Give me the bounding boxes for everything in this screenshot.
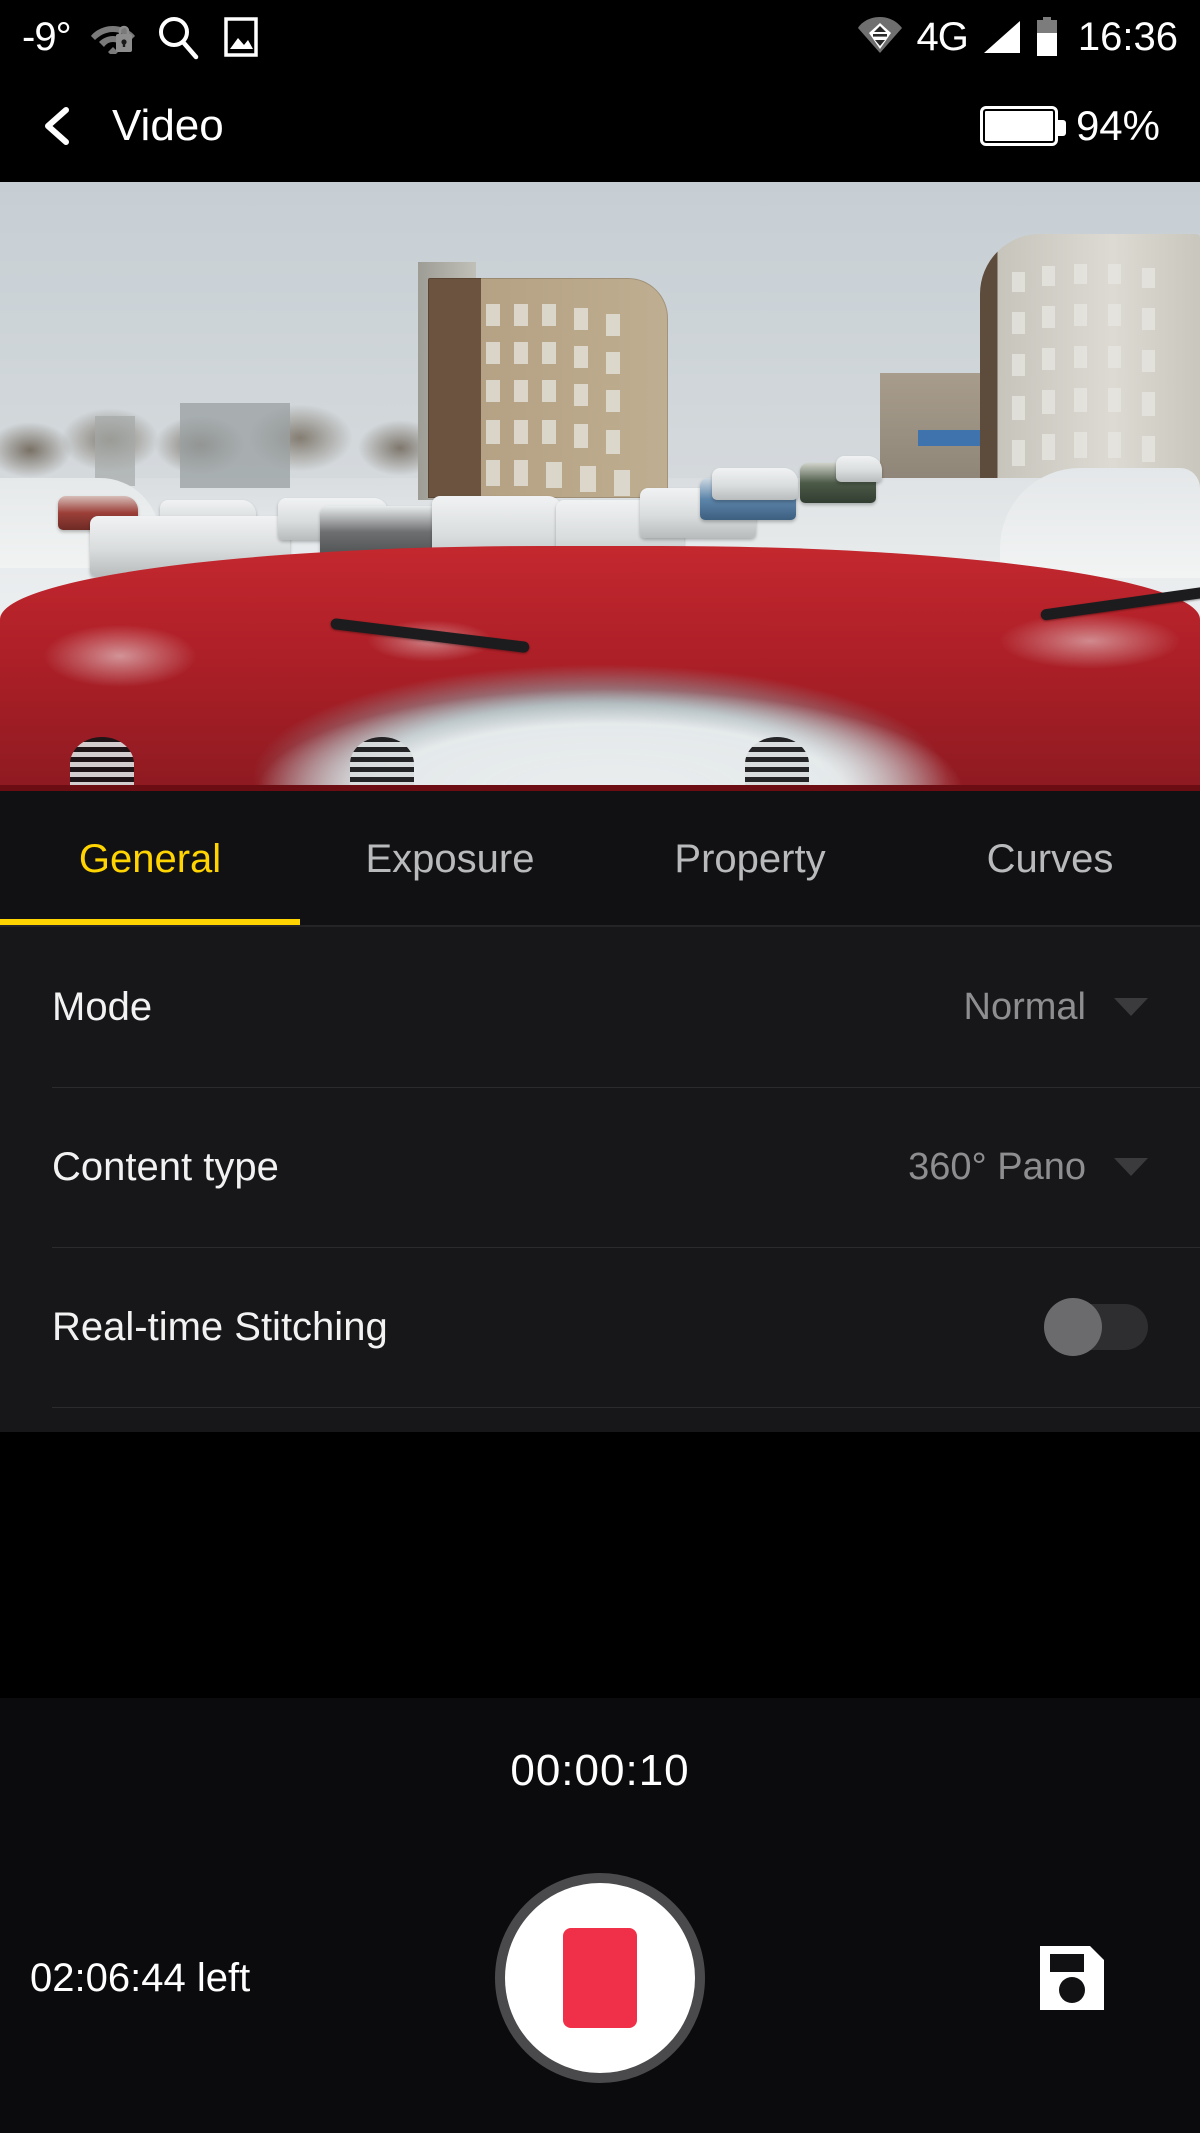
status-bar: -9° 4G 16:36 xyxy=(0,0,1200,74)
preview-grille xyxy=(745,737,809,791)
preview-building-left xyxy=(428,278,668,498)
vpn-key-icon xyxy=(857,15,903,60)
tab-exposure[interactable]: Exposure xyxy=(300,791,600,927)
preview-distant-building-2 xyxy=(180,403,290,488)
setting-control-realtime-stitching[interactable] xyxy=(1044,1298,1148,1356)
page-title: Video xyxy=(112,101,224,150)
elapsed-time-label: 00:00:10 xyxy=(510,1746,690,1795)
recording-controls-bar: 00:00:10 02:06:44 left xyxy=(0,1698,1200,2133)
tab-property-label: Property xyxy=(674,836,826,881)
preview-parked-car xyxy=(712,468,798,500)
preview-snowbank-right xyxy=(1000,468,1200,578)
setting-value-content-type: 360° Pano xyxy=(908,1145,1086,1188)
setting-row-mode[interactable]: Mode Normal xyxy=(0,927,1200,1087)
tab-property[interactable]: Property xyxy=(600,791,900,927)
time-remaining-label: 02:06:44 left xyxy=(30,1955,251,2000)
gallery-icon xyxy=(221,15,261,59)
app-bar-right: 94% xyxy=(979,102,1160,150)
preview-grille xyxy=(70,737,134,791)
360-panorama-preview[interactable] xyxy=(0,178,1200,791)
stop-recording-button[interactable] xyxy=(495,1873,705,2083)
setting-row-content-type[interactable]: Content type 360° Pano xyxy=(0,1087,1200,1247)
preview-hood-snow xyxy=(0,546,1200,791)
record-button-wrapper xyxy=(370,1873,830,2083)
save-storage-icon[interactable] xyxy=(1034,1940,1110,2016)
clock-label: 16:36 xyxy=(1077,14,1178,59)
network-type-label: 4G xyxy=(916,14,969,59)
setting-label-content-type: Content type xyxy=(52,1144,279,1189)
wifi-lock-icon xyxy=(90,20,135,57)
back-chevron-icon[interactable] xyxy=(40,106,74,146)
preview-building-right xyxy=(980,234,1200,489)
preview-top-edge xyxy=(0,178,1200,182)
tab-curves[interactable]: Curves xyxy=(900,791,1200,927)
tab-general-label: General xyxy=(78,836,222,881)
setting-row-save-origins[interactable]: Save origins from six lens xyxy=(0,1407,1200,1432)
status-bar-right: 4G 16:36 xyxy=(857,15,1178,60)
app-bar: Video 94% xyxy=(0,74,1200,178)
tab-general[interactable]: General xyxy=(0,791,300,927)
toggle-knob xyxy=(1044,1298,1102,1356)
search-icon[interactable] xyxy=(155,14,201,60)
recording-control-row: 02:06:44 left xyxy=(0,1873,1200,2083)
save-button-wrapper xyxy=(830,1940,1170,2016)
stop-square-icon xyxy=(563,1928,637,2028)
setting-label-realtime-stitching: Real-time Stitching xyxy=(52,1304,388,1349)
setting-control-content-type[interactable]: 360° Pano xyxy=(908,1146,1148,1189)
preview-shop-awning xyxy=(918,430,980,446)
preview-grille xyxy=(350,737,414,791)
battery-icon xyxy=(1036,17,1058,57)
preview-parked-car xyxy=(836,456,882,482)
camera-battery-percent: 94% xyxy=(1075,102,1160,149)
signal-bars-icon xyxy=(982,19,1022,55)
chevron-down-icon[interactable] xyxy=(1114,998,1148,1016)
settings-tab-bar: General Exposure Property Curves xyxy=(0,791,1200,927)
setting-value-mode: Normal xyxy=(963,985,1086,1028)
temperature-indicator: -9° xyxy=(22,14,72,59)
toggle-realtime-stitching[interactable] xyxy=(1044,1298,1148,1356)
camera-battery-icon xyxy=(979,106,1066,146)
chevron-down-icon[interactable] xyxy=(1114,1158,1148,1176)
settings-list: Mode Normal Content type 360° Pano Real-… xyxy=(0,927,1200,1432)
setting-label-mode: Mode xyxy=(52,984,153,1029)
tab-exposure-label: Exposure xyxy=(365,836,535,881)
tab-curves-label: Curves xyxy=(986,836,1114,881)
status-bar-left: -9° xyxy=(22,14,261,60)
preview-distant-building-3 xyxy=(95,416,135,486)
setting-row-realtime-stitching[interactable]: Real-time Stitching xyxy=(0,1247,1200,1407)
setting-control-mode[interactable]: Normal xyxy=(964,986,1148,1029)
